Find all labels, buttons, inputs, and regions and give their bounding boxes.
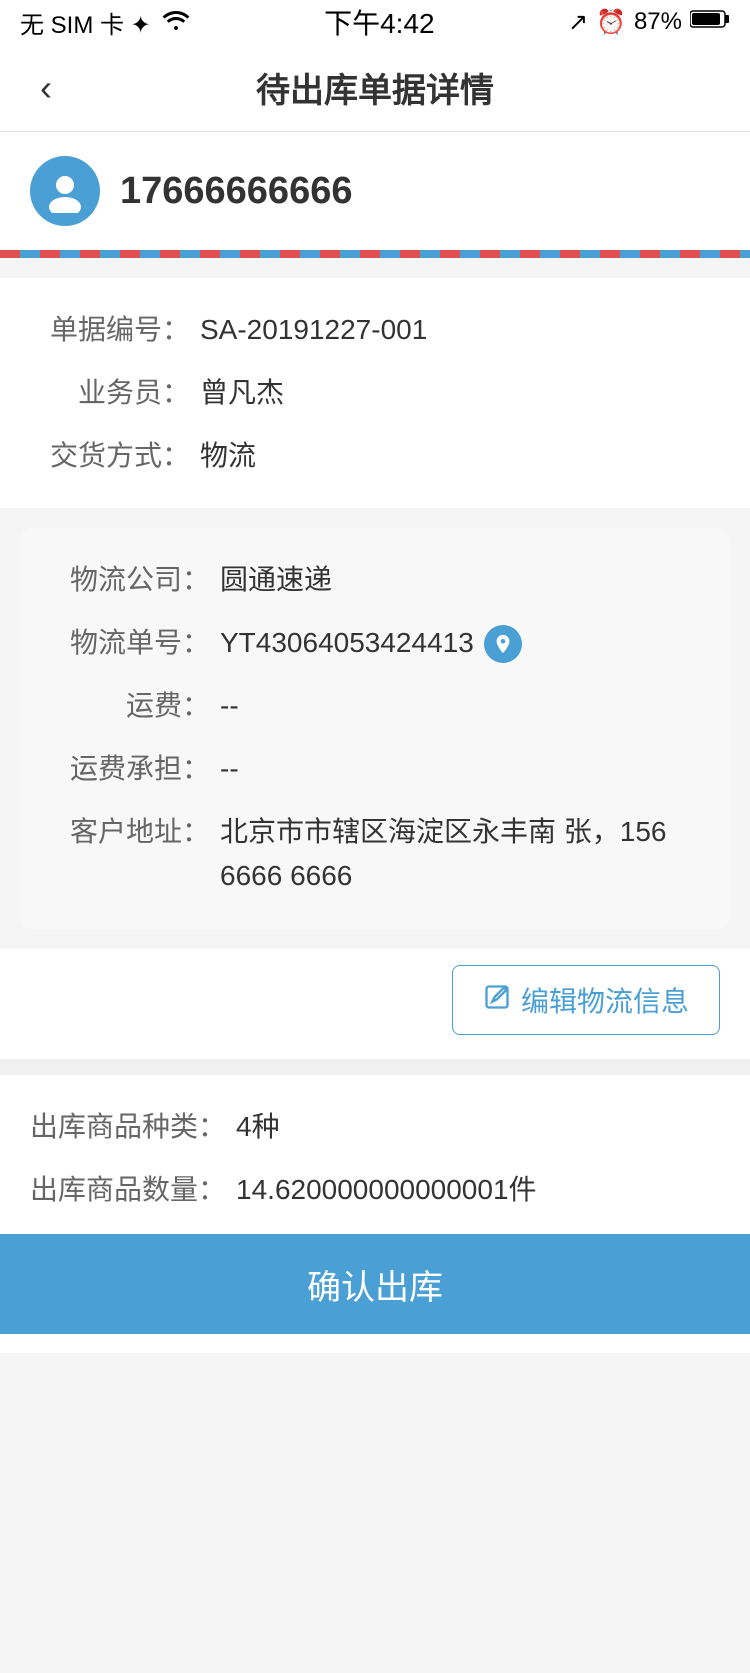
status-right: ↗ ⏰ 87% [568,8,730,37]
page-title: 待出库单据详情 [256,63,494,112]
delivery-method-label: 交货方式： [30,434,190,479]
goods-section: 出库商品种类： 4种 出库商品数量： 14.620000000000001件 [0,1075,750,1243]
freight-bearer-row: 运费承担： -- [50,747,700,792]
customer-phone: 17666666666 [120,170,352,213]
customer-header: 17666666666 [0,132,750,250]
logistics-tracking-row: 物流单号： YT43064053424413 [50,621,700,666]
location-service-icon: ↗ [568,8,588,37]
document-no-label: 单据编号： [30,308,190,353]
goods-quantity-row: 出库商品数量： 14.620000000000001件 [30,1168,720,1213]
edit-btn-row: 编辑物流信息 [0,949,750,1059]
status-bar: 无 SIM 卡 ✦ 下午4:42 ↗ ⏰ 87% [0,0,750,44]
goods-types-value: 4种 [226,1105,720,1150]
nav-bar: ‹ 待出库单据详情 [0,44,750,132]
wifi-icon [161,8,191,37]
freight-label: 运费： [50,684,210,729]
goods-types-label: 出库商品种类： [30,1105,226,1150]
freight-row: 运费： -- [50,684,700,729]
document-no-row: 单据编号： SA-20191227-001 [30,308,720,353]
confirm-bar[interactable]: 确认出库 [0,1234,750,1334]
status-left: 无 SIM 卡 ✦ [20,5,191,40]
address-row: 客户地址： 北京市市辖区海淀区永丰南 张，156 6666 6666 [50,810,700,900]
section-divider [0,1059,750,1075]
logistics-section: 物流公司： 圆通速递 物流单号： YT43064053424413 运费： --… [20,528,730,929]
freight-value: -- [210,684,700,729]
salesperson-row: 业务员： 曾凡杰 [30,371,720,416]
battery-icon [690,8,730,36]
salesperson-label: 业务员： [30,371,190,416]
dashed-divider [0,250,750,258]
edit-logistics-button[interactable]: 编辑物流信息 [452,965,720,1035]
document-no-value: SA-20191227-001 [190,308,720,353]
logistics-company-label: 物流公司： [50,558,210,603]
goods-types-row: 出库商品种类： 4种 [30,1105,720,1150]
status-time: 下午4:42 [324,2,435,42]
order-info-section: 单据编号： SA-20191227-001 业务员： 曾凡杰 交货方式： 物流 [0,278,750,508]
confirm-button-label: 确认出库 [307,1260,443,1309]
edit-icon [483,983,511,1018]
no-sim-text: 无 SIM 卡 ✦ [20,5,151,40]
logistics-company-row: 物流公司： 圆通速递 [50,558,700,603]
logistics-company-value: 圆通速递 [210,558,700,603]
back-button[interactable]: ‹ [30,57,62,119]
alarm-icon: ⏰ [596,8,626,37]
logistics-tracking-label: 物流单号： [50,621,210,666]
goods-quantity-label: 出库商品数量： [30,1168,226,1213]
goods-quantity-value: 14.620000000000001件 [226,1168,720,1213]
avatar [30,156,100,226]
edit-logistics-label: 编辑物流信息 [521,980,689,1020]
freight-bearer-label: 运费承担： [50,747,210,792]
logistics-tracking-value: YT43064053424413 [210,621,700,666]
address-label: 客户地址： [50,810,210,855]
spacer [0,1353,750,1553]
salesperson-value: 曾凡杰 [190,371,720,416]
freight-bearer-value: -- [210,747,700,792]
battery-text: 87% [634,8,682,36]
delivery-method-value: 物流 [190,434,720,479]
address-value: 北京市市辖区海淀区永丰南 张，156 6666 6666 [210,810,700,900]
page-content: 17666666666 单据编号： SA-20191227-001 业务员： 曾… [0,132,750,1673]
tracking-location-icon[interactable] [484,625,522,663]
delivery-method-row: 交货方式： 物流 [30,434,720,479]
